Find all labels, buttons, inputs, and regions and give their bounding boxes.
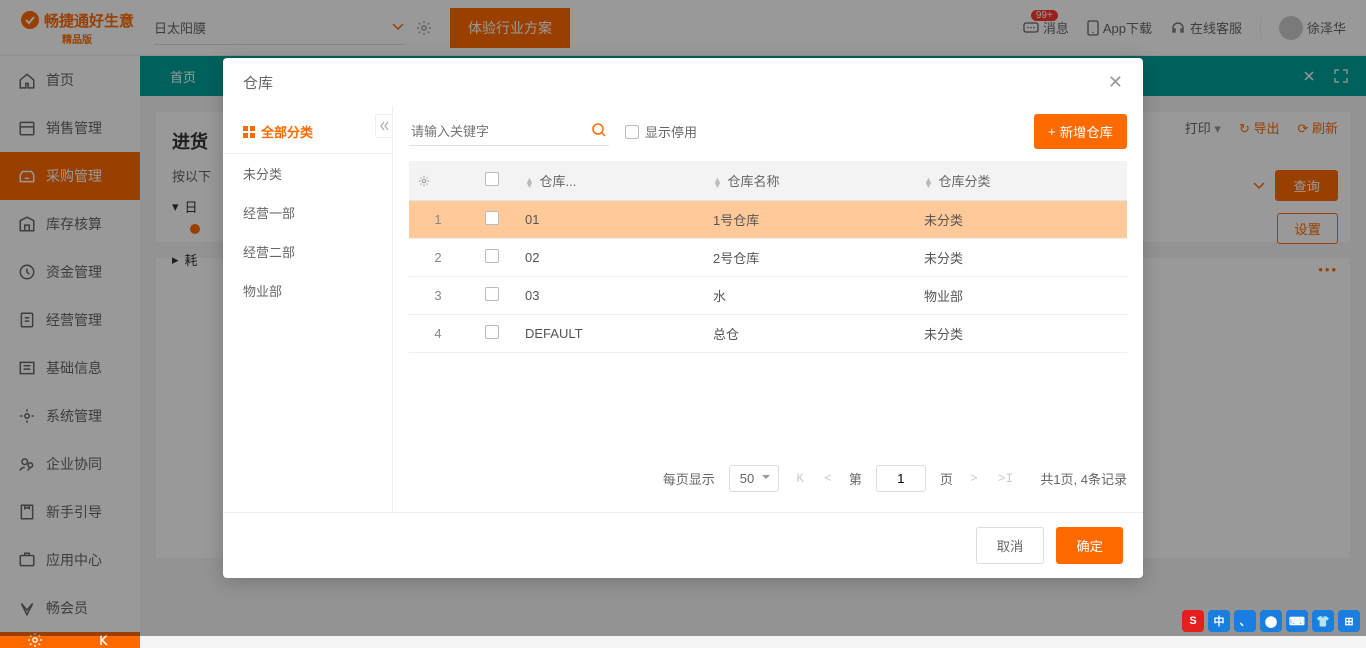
ime-item-2[interactable]: ⬤	[1260, 610, 1282, 632]
ime-item-0[interactable]: 中	[1208, 610, 1230, 632]
column-code[interactable]: ▲▼ 仓库...	[517, 161, 705, 201]
column-checkall[interactable]	[467, 161, 517, 201]
column-name[interactable]: ▲▼ 仓库名称	[705, 161, 916, 201]
category-item-3[interactable]: 物业部	[223, 271, 392, 310]
ime-item-1[interactable]: 、	[1234, 610, 1256, 632]
column-settings[interactable]	[409, 161, 467, 201]
row-checkbox[interactable]	[485, 249, 499, 263]
page-summary: 共1页, 4条记录	[1040, 469, 1127, 488]
column-category[interactable]: ▲▼ 仓库分类	[916, 161, 1127, 201]
per-page-select[interactable]: 50	[729, 465, 779, 492]
page-first[interactable]: K	[793, 471, 807, 486]
per-page-label: 每页显示	[663, 469, 715, 488]
show-disabled-checkbox[interactable]: 显示停用	[625, 122, 697, 141]
pagination: 每页显示 50 K < 第 页 > >I 共1页, 4条记录	[409, 453, 1127, 504]
ime-item-3[interactable]: ⌨	[1286, 610, 1308, 632]
category-panel: 全部分类 未分类经营一部经营二部物业部	[223, 106, 393, 512]
add-warehouse-button[interactable]: + 新增仓库	[1034, 114, 1127, 149]
cancel-button[interactable]: 取消	[976, 527, 1045, 564]
page-prev[interactable]: <	[821, 471, 835, 486]
page-last[interactable]: >I	[995, 471, 1017, 486]
page-input[interactable]	[876, 465, 926, 492]
warehouse-modal: 仓库 ✕ 全部分类 未分类经营一部经营二部物业部	[223, 58, 1143, 578]
table-row[interactable]: 4DEFAULT总仓未分类	[409, 315, 1127, 353]
category-item-0[interactable]: 未分类	[223, 154, 392, 193]
search-box	[409, 118, 609, 146]
ime-toolbar: S 中、⬤⌨👕⊞	[1182, 610, 1360, 632]
collapse-category-button[interactable]	[375, 114, 393, 138]
row-checkbox[interactable]	[485, 287, 499, 301]
page-next[interactable]: >	[967, 471, 981, 486]
double-chevron-left-icon	[379, 121, 389, 131]
search-icon[interactable]	[591, 122, 607, 138]
ime-logo[interactable]: S	[1182, 610, 1204, 632]
row-checkbox[interactable]	[485, 211, 499, 225]
ime-item-5[interactable]: ⊞	[1338, 610, 1360, 632]
row-checkbox[interactable]	[485, 325, 499, 339]
gear-icon	[417, 174, 431, 188]
table-row[interactable]: 303水物业部	[409, 277, 1127, 315]
table-row[interactable]: 2022号仓库未分类	[409, 239, 1127, 277]
category-all[interactable]: 全部分类	[223, 114, 392, 154]
modal-title: 仓库	[243, 72, 273, 93]
checkbox-icon	[625, 125, 639, 139]
modal-close-button[interactable]: ✕	[1108, 72, 1123, 93]
plus-icon: +	[1048, 124, 1056, 139]
modal-overlay: 仓库 ✕ 全部分类 未分类经营一部经营二部物业部	[0, 0, 1366, 636]
ime-item-4[interactable]: 👕	[1312, 610, 1334, 632]
table-row[interactable]: 1011号仓库未分类	[409, 201, 1127, 239]
grid-icon	[243, 126, 255, 138]
category-item-1[interactable]: 经营一部	[223, 193, 392, 232]
warehouse-table: ▲▼ 仓库... ▲▼ 仓库名称 ▲▼ 仓库分类 1011号仓库未分类2022号…	[409, 161, 1127, 353]
search-input[interactable]	[409, 118, 609, 146]
confirm-button[interactable]: 确定	[1056, 527, 1123, 564]
category-item-2[interactable]: 经营二部	[223, 232, 392, 271]
